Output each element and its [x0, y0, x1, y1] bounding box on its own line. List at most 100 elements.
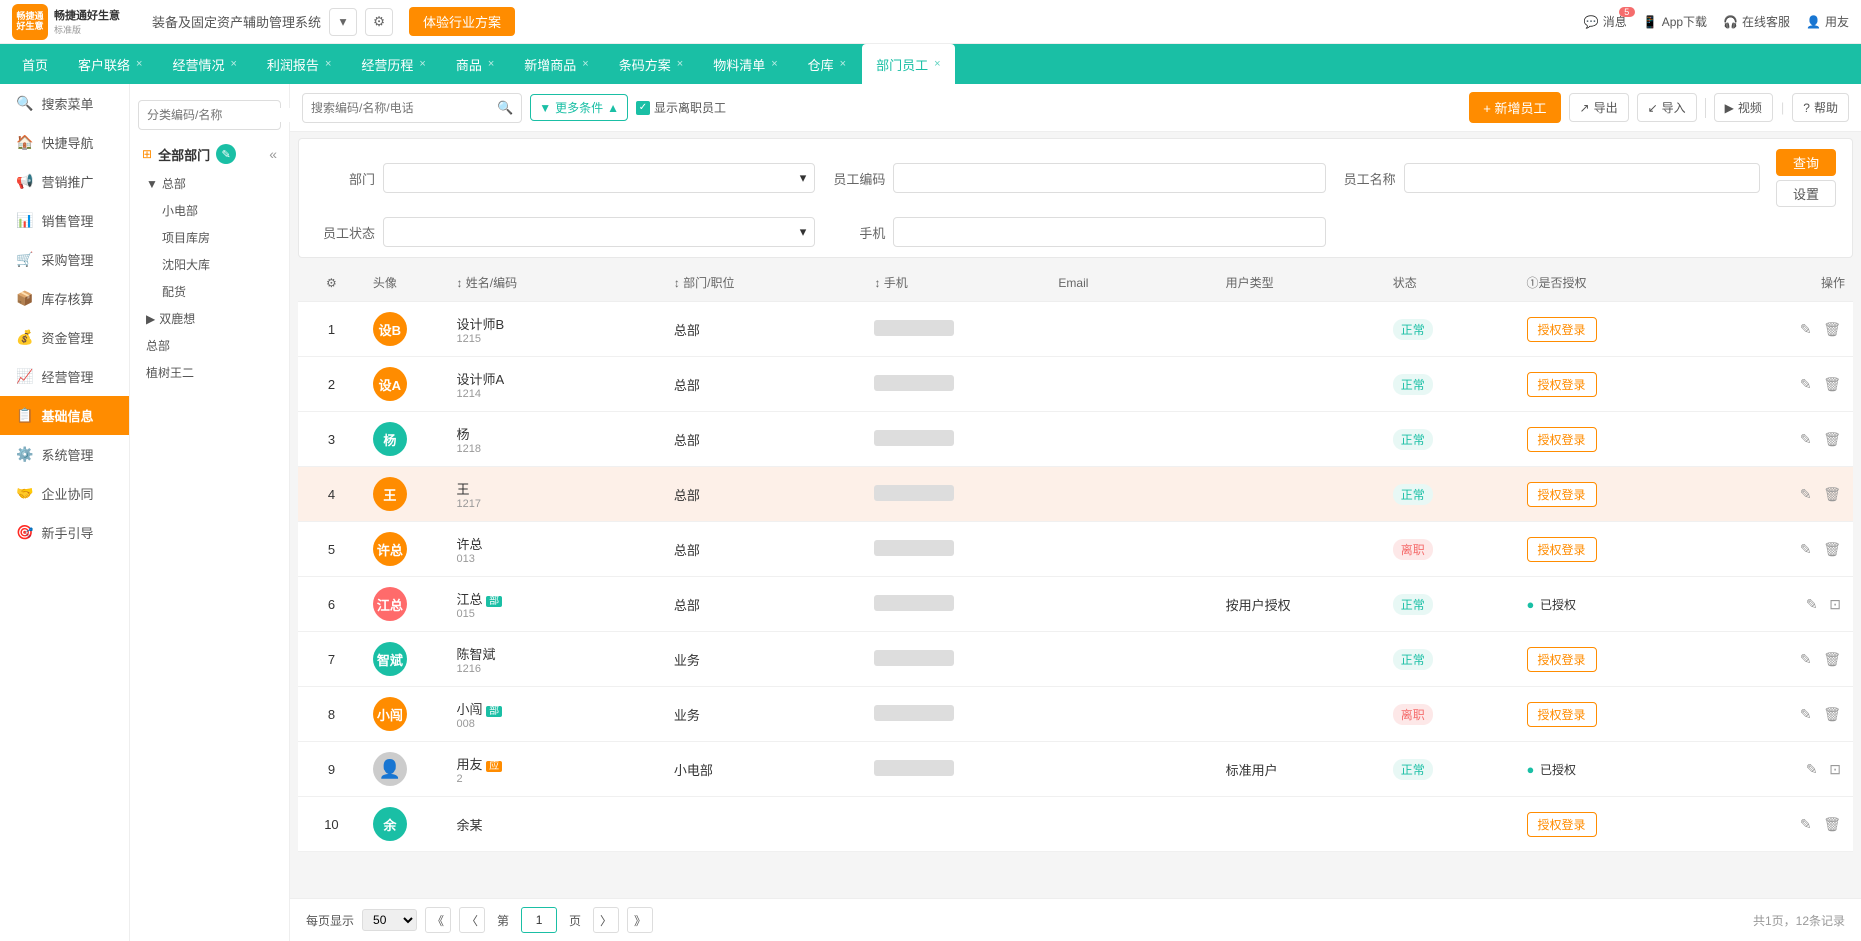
try-industry-btn[interactable]: 体验行业方案 [409, 7, 515, 36]
filter-empname-input[interactable] [1404, 163, 1760, 193]
th-name[interactable]: ↕ 姓名/编码 [448, 264, 665, 302]
authorize-btn[interactable]: 授权登录 [1527, 482, 1597, 507]
sidebar-item-marketing[interactable]: 📢 营销推广 [0, 162, 129, 201]
edit-btn[interactable]: ✎ [1796, 374, 1816, 395]
per-page-select[interactable]: 50 20 100 [362, 909, 417, 931]
search-input[interactable] [311, 101, 491, 115]
edit-btn[interactable]: ✎ [1796, 649, 1816, 670]
import-btn[interactable]: ↙ 导入 [1637, 93, 1697, 122]
close-icon[interactable]: × [230, 58, 236, 70]
reset-btn[interactable]: 设置 [1776, 180, 1836, 207]
authorize-btn[interactable]: 授权登录 [1527, 372, 1597, 397]
th-dept[interactable]: ↕ 部门/职位 [666, 264, 867, 302]
nav-item-home[interactable]: 首页 [8, 44, 62, 84]
help-btn[interactable]: ? 帮助 [1792, 93, 1849, 122]
delete-btn[interactable]: 🗑 [1819, 539, 1845, 560]
app-download-btn[interactable]: 📱 App下载 [1643, 13, 1707, 30]
edit-btn[interactable]: ✎ [1802, 759, 1822, 780]
filter-phone-input[interactable] [893, 217, 1325, 247]
authorize-btn[interactable]: 授权登录 [1527, 647, 1597, 672]
sidebar-item-collab[interactable]: 🤝 企业协同 [0, 474, 129, 513]
search-btn[interactable]: 查询 [1776, 149, 1836, 176]
authorize-btn[interactable]: 授权登录 [1527, 537, 1597, 562]
dept-group-header-zongbu[interactable]: ▼ 总部 [138, 170, 289, 197]
sidebar-item-search[interactable]: 🔍 搜索菜单 [0, 84, 129, 123]
close-icon[interactable]: × [419, 58, 425, 70]
close-icon[interactable]: × [325, 58, 331, 70]
dept-child-peihuo[interactable]: 配货 [138, 278, 289, 305]
dept-child-xiaodianbu[interactable]: 小电部 [138, 197, 289, 224]
filter-empcode-input[interactable] [893, 163, 1325, 193]
authorize-btn[interactable]: 授权登录 [1527, 427, 1597, 452]
th-phone[interactable]: ↕ 手机 [866, 264, 1050, 302]
dept-group-header-zongbu2[interactable]: 总部 [138, 332, 289, 359]
nav-item-profit[interactable]: 利润报告 × [253, 44, 345, 84]
close-icon[interactable]: × [488, 58, 494, 70]
nav-item-operations[interactable]: 经营情况 × [158, 44, 250, 84]
delete-btn[interactable]: 🗑 [1819, 649, 1845, 670]
filter-dept-select[interactable]: ▾ [383, 163, 815, 193]
delete-btn[interactable]: 🗑 [1819, 484, 1845, 505]
online-service-btn[interactable]: 🎧 在线客服 [1723, 13, 1790, 30]
close-icon[interactable]: × [840, 58, 846, 70]
nav-item-new-goods[interactable]: 新增商品 × [510, 44, 602, 84]
system-dropdown-btn[interactable]: ▾ [329, 8, 357, 36]
dept-child-xiangmukufang[interactable]: 项目库房 [138, 224, 289, 251]
edit-btn[interactable]: ✎ [1796, 429, 1816, 450]
sidebar-item-basic[interactable]: 📋 基础信息 [0, 396, 129, 435]
edit-btn[interactable]: ✎ [1796, 704, 1816, 725]
sidebar-item-quicknav[interactable]: 🏠 快捷导航 [0, 123, 129, 162]
filter-status-select[interactable]: ▾ [383, 217, 815, 247]
dept-edit-btn[interactable]: ✎ [216, 144, 236, 164]
nav-item-warehouse[interactable]: 仓库 × [794, 44, 860, 84]
classify-search-box[interactable]: 🔍 [138, 100, 281, 130]
sidebar-item-finance[interactable]: 💰 资金管理 [0, 318, 129, 357]
nav-item-barcode[interactable]: 条码方案 × [605, 44, 697, 84]
sidebar-item-inventory[interactable]: 📦 库存核算 [0, 279, 129, 318]
dept-group-header-zhishu[interactable]: 植树王二 [138, 359, 289, 386]
delete-btn[interactable]: ⊡ [1825, 759, 1845, 780]
delete-btn[interactable]: 🗑 [1819, 429, 1845, 450]
dept-collapse-btn[interactable]: « [269, 146, 277, 162]
close-icon[interactable]: × [677, 58, 683, 70]
nav-item-customer[interactable]: 客户联络 × [64, 44, 156, 84]
video-btn[interactable]: ▶ 视频 [1714, 93, 1773, 122]
nav-item-bom[interactable]: 物料清单 × [699, 44, 791, 84]
edit-btn[interactable]: ✎ [1796, 814, 1816, 835]
nav-item-goods[interactable]: 商品 × [442, 44, 508, 84]
authorize-btn[interactable]: 授权登录 [1527, 812, 1597, 837]
message-btn[interactable]: 💬 消息 5 [1584, 13, 1627, 30]
more-conditions-btn[interactable]: ▼ 更多条件 ▲ [530, 94, 628, 121]
classify-search-input[interactable] [147, 108, 302, 122]
search-box[interactable]: 🔍 [302, 93, 522, 123]
delete-btn[interactable]: 🗑 [1819, 814, 1845, 835]
dept-child-shenyangdaku[interactable]: 沈阳大库 [138, 251, 289, 278]
last-page-btn[interactable]: 》 [627, 907, 653, 933]
first-page-btn[interactable]: 《 [425, 907, 451, 933]
delete-btn[interactable]: 🗑 [1819, 374, 1845, 395]
edit-btn[interactable]: ✎ [1796, 539, 1816, 560]
close-icon[interactable]: × [136, 58, 142, 70]
next-page-btn[interactable]: 〉 [593, 907, 619, 933]
nav-item-history[interactable]: 经营历程 × [347, 44, 439, 84]
edit-btn[interactable]: ✎ [1796, 319, 1816, 340]
search-icon[interactable]: 🔍 [497, 100, 513, 116]
close-icon[interactable]: × [582, 58, 588, 70]
sidebar-item-guide[interactable]: 🎯 新手引导 [0, 513, 129, 552]
edit-btn[interactable]: ✎ [1802, 594, 1822, 615]
show-resigned-toggle[interactable]: ✓ 显示离职员工 [636, 99, 726, 116]
th-settings[interactable]: ⚙ [298, 264, 365, 302]
settings-gear-btn[interactable]: ⚙ [365, 8, 393, 36]
delete-btn[interactable]: 🗑 [1819, 319, 1845, 340]
delete-btn[interactable]: ⊡ [1825, 594, 1845, 615]
prev-page-btn[interactable]: 〈 [459, 907, 485, 933]
current-page-input[interactable] [521, 907, 557, 933]
authorize-btn[interactable]: 授权登录 [1527, 317, 1597, 342]
close-icon[interactable]: × [771, 58, 777, 70]
add-employee-btn[interactable]: + 新增员工 [1469, 92, 1560, 123]
authorize-btn[interactable]: 授权登录 [1527, 702, 1597, 727]
dept-group-header-shuanglu[interactable]: ▶ 双鹿想 [138, 305, 289, 332]
user-btn[interactable]: 👤 用友 [1806, 13, 1849, 30]
sidebar-item-sales[interactable]: 📊 销售管理 [0, 201, 129, 240]
nav-item-employees[interactable]: 部门员工 × [862, 44, 954, 84]
